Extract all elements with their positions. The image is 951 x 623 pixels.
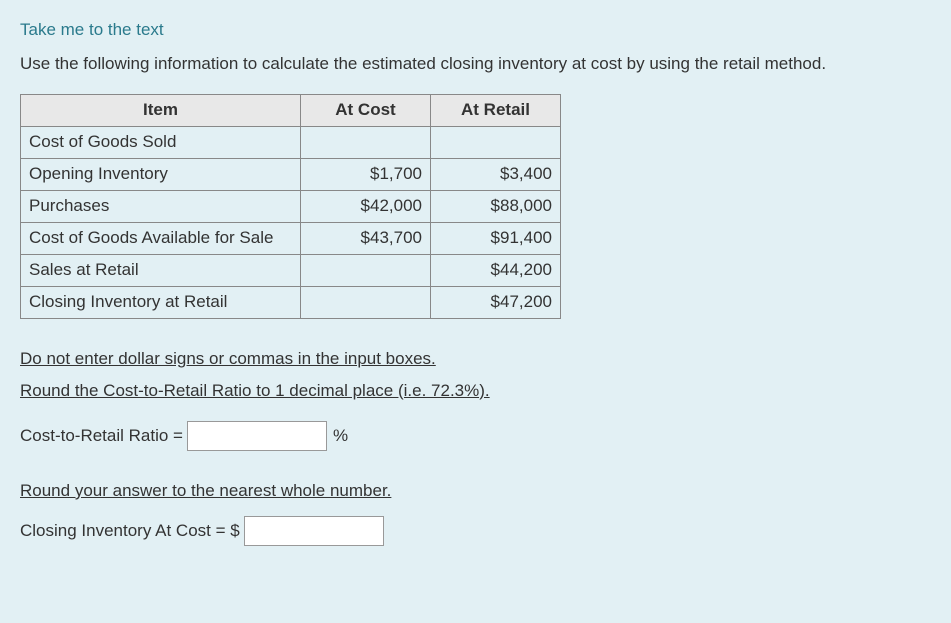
cell-atretail: $88,000 — [431, 190, 561, 222]
cell-atcost — [301, 126, 431, 158]
cell-item: Cost of Goods Sold — [21, 126, 301, 158]
cell-atretail: $44,200 — [431, 254, 561, 286]
col-header-atcost: At Cost — [301, 94, 431, 126]
table-row: Cost of Goods Available for Sale $43,700… — [21, 222, 561, 254]
ratio-input[interactable] — [187, 421, 327, 451]
cell-item: Purchases — [21, 190, 301, 222]
cell-atcost: $43,700 — [301, 222, 431, 254]
cell-item: Sales at Retail — [21, 254, 301, 286]
cell-atretail: $91,400 — [431, 222, 561, 254]
note-no-symbols: Do not enter dollar signs or commas in t… — [20, 349, 931, 369]
cell-item: Opening Inventory — [21, 158, 301, 190]
instruction-text: Use the following information to calcula… — [20, 52, 931, 76]
cell-atcost: $42,000 — [301, 190, 431, 222]
data-table: Item At Cost At Retail Cost of Goods Sol… — [20, 94, 561, 319]
table-row: Purchases $42,000 $88,000 — [21, 190, 561, 222]
table-row: Sales at Retail $44,200 — [21, 254, 561, 286]
col-header-item: Item — [21, 94, 301, 126]
cell-atretail: $3,400 — [431, 158, 561, 190]
closing-input[interactable] — [244, 516, 384, 546]
cell-atcost: $1,700 — [301, 158, 431, 190]
cell-atretail: $47,200 — [431, 286, 561, 318]
table-row: Cost of Goods Sold — [21, 126, 561, 158]
col-header-atretail: At Retail — [431, 94, 561, 126]
cell-atcost — [301, 286, 431, 318]
table-row: Opening Inventory $1,700 $3,400 — [21, 158, 561, 190]
cell-atcost — [301, 254, 431, 286]
cell-item: Closing Inventory at Retail — [21, 286, 301, 318]
note-round-ratio: Round the Cost-to-Retail Ratio to 1 deci… — [20, 381, 931, 401]
take-me-link[interactable]: Take me to the text — [20, 20, 931, 40]
cell-atretail — [431, 126, 561, 158]
cell-item: Cost of Goods Available for Sale — [21, 222, 301, 254]
note-round-whole: Round your answer to the nearest whole n… — [20, 481, 931, 501]
closing-label: Closing Inventory At Cost = $ — [20, 521, 240, 541]
table-row: Closing Inventory at Retail $47,200 — [21, 286, 561, 318]
ratio-label: Cost-to-Retail Ratio = — [20, 426, 183, 446]
percent-symbol: % — [333, 426, 348, 446]
